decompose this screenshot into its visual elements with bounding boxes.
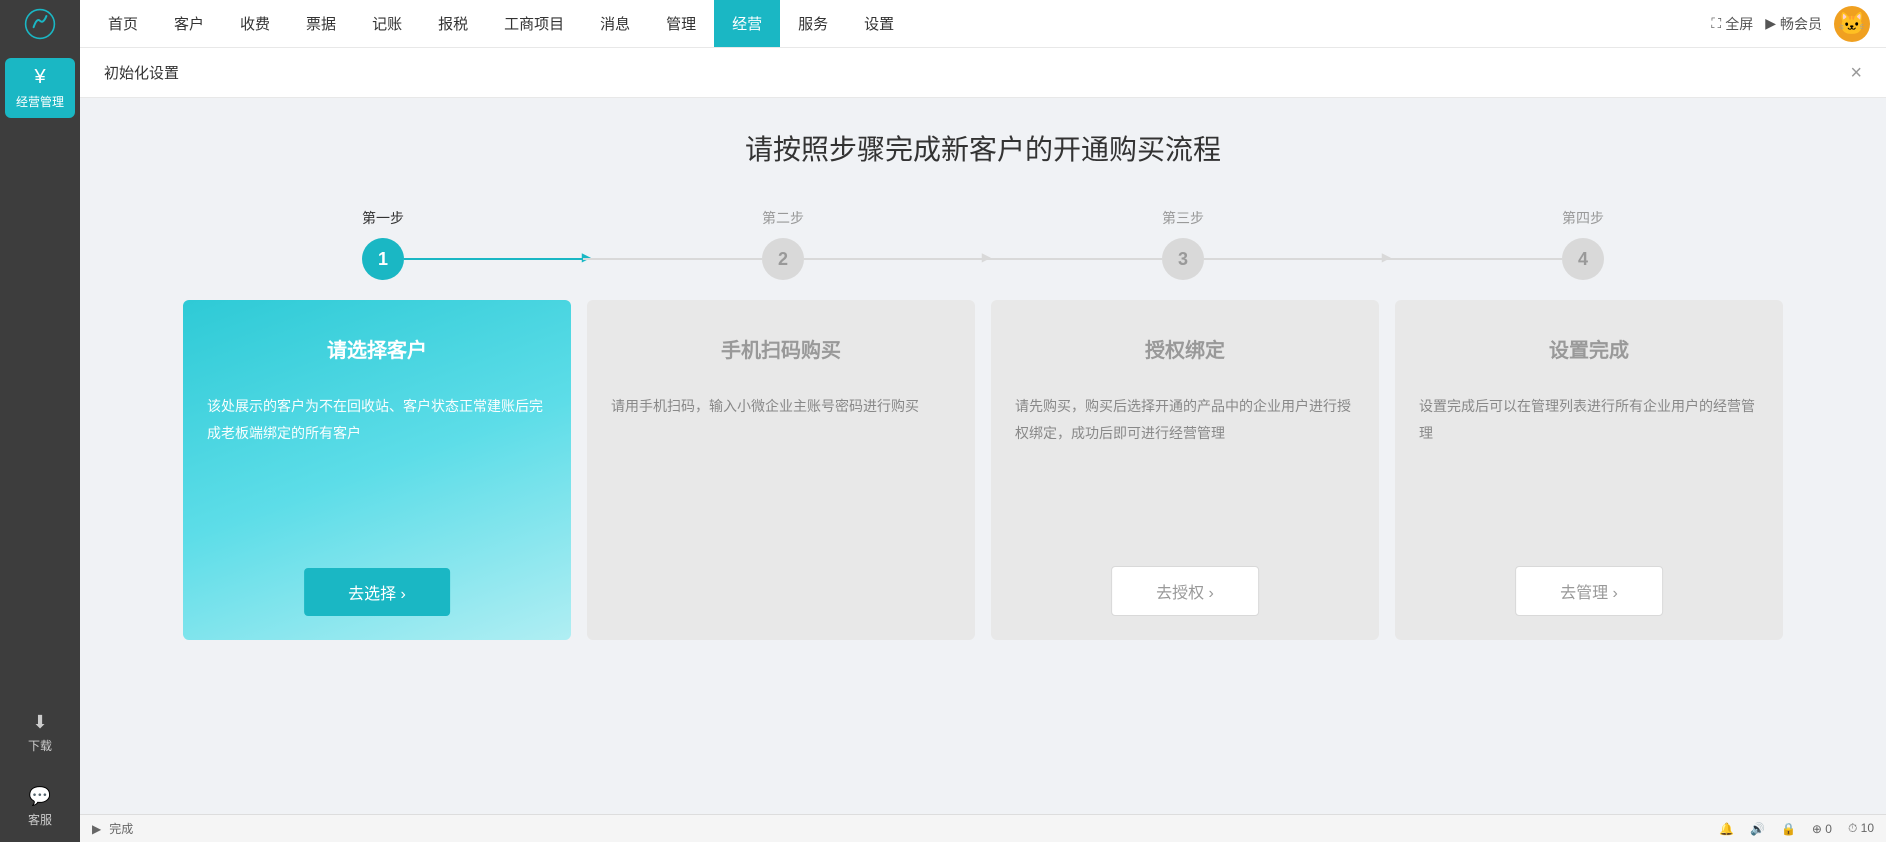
- support-icon: 💬: [29, 786, 51, 807]
- play-btn[interactable]: ▶: [92, 822, 101, 836]
- status-right: 🔔 🔊 🔒 ⊕ 0 ⏱ 10: [1719, 821, 1874, 836]
- nav-tax[interactable]: 报税: [420, 0, 486, 47]
- play-icon: ▶: [1765, 15, 1776, 32]
- step2-label: 第二步: [762, 208, 804, 228]
- fullscreen-btn[interactable]: ⛶ 全屏: [1711, 14, 1753, 34]
- card3-title: 授权绑定: [1015, 324, 1355, 373]
- member-btn[interactable]: ▶ 畅会员: [1765, 14, 1822, 34]
- timer-display: ⏱ 10: [1848, 821, 1874, 836]
- sidebar-item-label: 经营管理: [16, 93, 64, 110]
- card-1: 请选择客户 该处展示的客户为不在回收站、客户状态正常建账后完成老板端绑定的所有客…: [183, 300, 571, 640]
- step3-label: 第三步: [1162, 208, 1204, 228]
- card4-desc: 设置完成后可以在管理列表进行所有企业用户的经营管理: [1419, 393, 1759, 446]
- top-nav: 首页 客户 收费 票据 记账 报税 工商项目 消息 管理 经营 服务 设置 ⛶ …: [0, 0, 1886, 48]
- step4-circle: 4: [1562, 238, 1604, 280]
- lock-icon: 🔒: [1781, 822, 1796, 836]
- sidebar-download[interactable]: ⬇ 下载: [5, 704, 75, 762]
- card4-btn[interactable]: 去管理 ›: [1515, 566, 1663, 616]
- download-icon: ⬇: [32, 712, 47, 733]
- sidebar-support[interactable]: 💬 客服: [5, 778, 75, 836]
- nav-operation[interactable]: 经营: [714, 0, 780, 47]
- step2-connector: ▶: [804, 258, 983, 260]
- nav-business[interactable]: 工商项目: [486, 0, 582, 47]
- page-body: 请按照步骤完成新客户的开通购买流程 第一步 1 ▶: [80, 98, 1886, 814]
- cards-row: 请选择客户 该处展示的客户为不在回收站、客户状态正常建账后完成老板端绑定的所有客…: [183, 300, 1783, 640]
- nav-customer[interactable]: 客户: [156, 0, 222, 47]
- close-button[interactable]: ×: [1850, 63, 1862, 83]
- sidebar-support-label: 客服: [28, 811, 52, 828]
- counter-display: ⊕ 0: [1812, 822, 1832, 836]
- sidebar-item-operation[interactable]: ¥ 经营管理: [5, 58, 75, 118]
- nav-home[interactable]: 首页: [90, 0, 156, 47]
- card2-title: 手机扫码购买: [611, 324, 951, 373]
- step3-connector: ▶: [1204, 258, 1383, 260]
- main-heading: 请按照步骤完成新客户的开通购买流程: [745, 128, 1221, 168]
- status-bar: ▶ 完成 🔔 🔊 🔒 ⊕ 0 ⏱ 10: [80, 814, 1886, 842]
- nav-message[interactable]: 消息: [582, 0, 648, 47]
- card1-btn[interactable]: 去选择 ›: [304, 568, 450, 616]
- step1-label: 第一步: [362, 208, 404, 228]
- fullscreen-label: 全屏: [1725, 14, 1753, 34]
- yuan-icon: ¥: [34, 66, 45, 89]
- avatar[interactable]: 🐱: [1834, 6, 1870, 42]
- sidebar: ¥ 经营管理 ⬇ 下载 💬 客服: [0, 48, 80, 842]
- done-label: 完成: [109, 820, 133, 837]
- volume-icon: 🔊: [1750, 822, 1765, 836]
- main-content: 初始化设置 × 请按照步骤完成新客户的开通购买流程 第一步 1: [80, 48, 1886, 842]
- member-label: 畅会员: [1780, 14, 1822, 34]
- card-3: 授权绑定 请先购买，购买后选择开通的产品中的企业用户进行授权绑定，成功后即可进行…: [991, 300, 1379, 640]
- card3-desc: 请先购买，购买后选择开通的产品中的企业用户进行授权绑定，成功后即可进行经营管理: [1015, 393, 1355, 446]
- notify-icon: 🔔: [1719, 822, 1734, 836]
- step1-circle: 1: [362, 238, 404, 280]
- step1-connector: ▶: [404, 258, 583, 260]
- status-left: ▶ 完成: [92, 820, 133, 837]
- sidebar-download-label: 下载: [28, 737, 52, 754]
- nav-manage[interactable]: 管理: [648, 0, 714, 47]
- nav-right: ⛶ 全屏 ▶ 畅会员 🐱: [1711, 6, 1886, 42]
- steps-container: 第一步 1 ▶ 第二步: [183, 208, 1783, 640]
- card4-title: 设置完成: [1419, 324, 1759, 373]
- fullscreen-icon: ⛶: [1711, 15, 1721, 32]
- card2-desc: 请用手机扫码，输入小微企业主账号密码进行购买: [611, 393, 951, 420]
- card-4: 设置完成 设置完成后可以在管理列表进行所有企业用户的经营管理 去管理 ›: [1395, 300, 1783, 640]
- step4-label: 第四步: [1562, 208, 1604, 228]
- nav-accounting[interactable]: 记账: [354, 0, 420, 47]
- card1-title: 请选择客户: [207, 324, 547, 373]
- card-2: 手机扫码购买 请用手机扫码，输入小微企业主账号密码进行购买: [587, 300, 975, 640]
- nav-bill[interactable]: 票据: [288, 0, 354, 47]
- card1-desc: 该处展示的客户为不在回收站、客户状态正常建账后完成老板端绑定的所有客户: [207, 393, 547, 446]
- page-header: 初始化设置 ×: [80, 48, 1886, 98]
- layout: ¥ 经营管理 ⬇ 下载 💬 客服 初始化设置 × 请按照步骤完成新客户的开通购买…: [0, 48, 1886, 842]
- step3-circle: 3: [1162, 238, 1204, 280]
- nav-fee[interactable]: 收费: [222, 0, 288, 47]
- nav-settings[interactable]: 设置: [846, 0, 912, 47]
- nav-service[interactable]: 服务: [780, 0, 846, 47]
- nav-items: 首页 客户 收费 票据 记账 报税 工商项目 消息 管理 经营 服务 设置: [80, 0, 1711, 47]
- step2-circle: 2: [762, 238, 804, 280]
- card3-btn[interactable]: 去授权 ›: [1111, 566, 1259, 616]
- page-title: 初始化设置: [104, 62, 179, 83]
- logo: [0, 0, 80, 48]
